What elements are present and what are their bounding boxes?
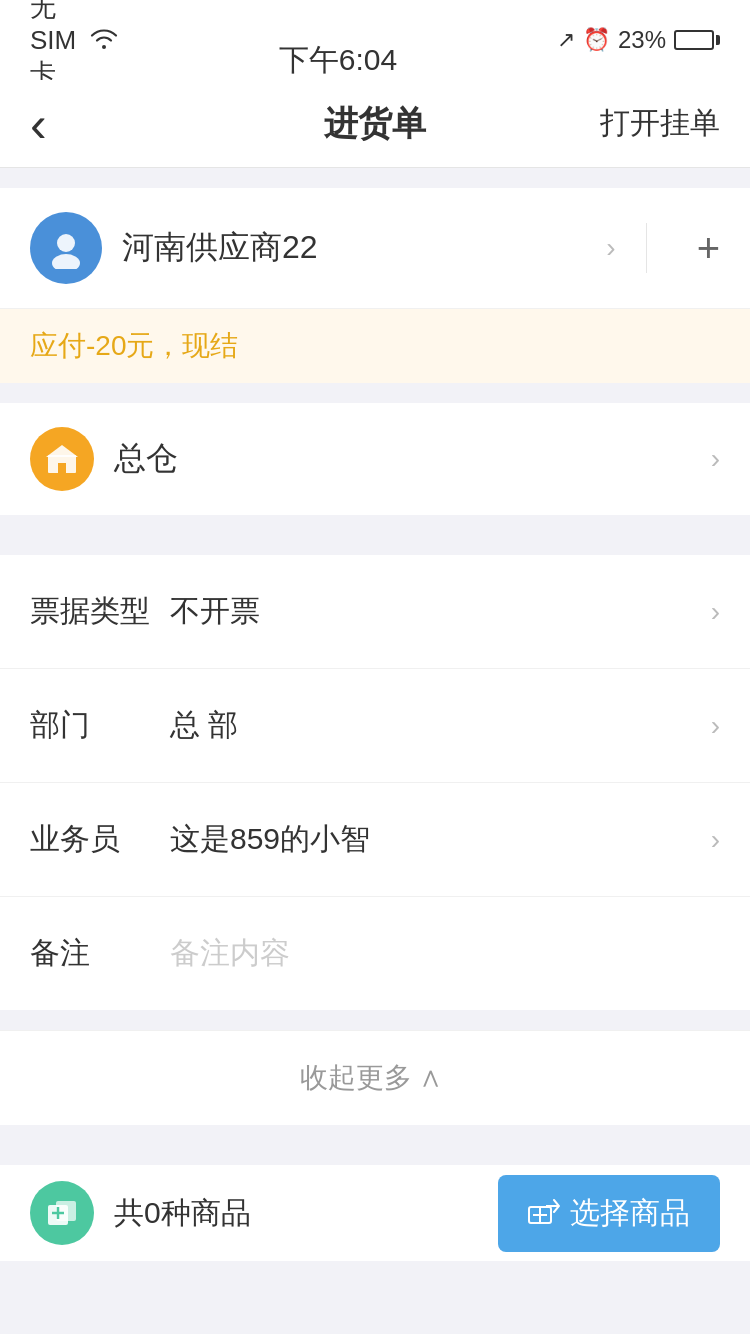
status-time: 下午6:04 [279,40,397,81]
svg-point-1 [52,254,80,269]
form-section: 票据类型 不开票 › 部门 总 部 › 业务员 这是859的小智 › 备注 备注… [0,555,750,1010]
form-row-salesperson[interactable]: 业务员 这是859的小智 › [0,783,750,897]
form-row-ticket-type[interactable]: 票据类型 不开票 › [0,555,750,669]
nav-bar: ‹ 进货单 打开挂单 [0,80,750,168]
status-right: ↗ ⏰ 23% [557,26,720,54]
department-value: 总 部 [170,705,711,746]
warehouse-chevron-icon: › [711,443,720,475]
status-bar: 无SIM卡 下午6:04 ↗ ⏰ 23% [0,0,750,80]
remark-input[interactable]: 备注内容 [170,933,720,974]
section-gap-2 [0,383,750,403]
section-gap-1 [0,168,750,188]
collapse-bar[interactable]: 收起更多 ∧ [0,1030,750,1125]
warehouse-icon [30,427,94,491]
page-title: 进货单 [324,101,426,147]
gray-fill-area [0,1261,750,1334]
supplier-divider [646,223,647,273]
salesperson-value: 这是859的小智 [170,819,711,860]
select-product-label: 选择商品 [570,1193,690,1234]
wifi-icon [89,25,119,56]
section-gap-3 [0,515,750,535]
ticket-type-chevron-icon: › [711,596,720,628]
add-supplier-button[interactable]: + [697,226,720,271]
section-gap-4 [0,1125,750,1145]
salesperson-chevron-icon: › [711,824,720,856]
form-row-department[interactable]: 部门 总 部 › [0,669,750,783]
select-product-button[interactable]: 选择商品 [498,1175,720,1252]
svg-marker-3 [46,445,78,457]
open-pending-button[interactable]: 打开挂单 [600,103,720,144]
alarm-icon: ⏰ [583,27,610,53]
supplier-name: 河南供应商22 [122,226,606,270]
bottom-section: 共0种商品 选择商品 [0,1165,750,1261]
warehouse-name: 总仓 [114,437,711,481]
form-row-remark[interactable]: 备注 备注内容 [0,897,750,1010]
ticket-type-label: 票据类型 [30,591,170,632]
department-chevron-icon: › [711,710,720,742]
carrier-label: 无SIM卡 [30,0,77,91]
back-button[interactable]: ‹ [30,95,47,153]
supplier-row[interactable]: 河南供应商22 › + [0,188,750,309]
battery-label: 23% [618,26,666,54]
svg-point-0 [57,234,75,252]
ticket-type-value: 不开票 [170,591,711,632]
supplier-avatar [30,212,102,284]
notice-text: 应付-20元，现结 [30,330,238,361]
department-label: 部门 [30,705,170,746]
warehouse-row[interactable]: 总仓 › [0,403,750,515]
product-count-label: 共0种商品 [114,1193,498,1234]
svg-rect-4 [58,463,66,473]
battery-icon [674,30,720,50]
status-left: 无SIM卡 [30,0,119,91]
product-icon [30,1181,94,1245]
notice-bar: 应付-20元，现结 [0,309,750,383]
supplier-chevron-icon: › [606,232,615,264]
supplier-section: 河南供应商22 › + 应付-20元，现结 [0,188,750,383]
location-icon: ↗ [557,27,575,53]
collapse-label: 收起更多 ∧ [300,1059,443,1097]
warehouse-section: 总仓 › [0,403,750,515]
salesperson-label: 业务员 [30,819,170,860]
remark-label: 备注 [30,933,170,974]
